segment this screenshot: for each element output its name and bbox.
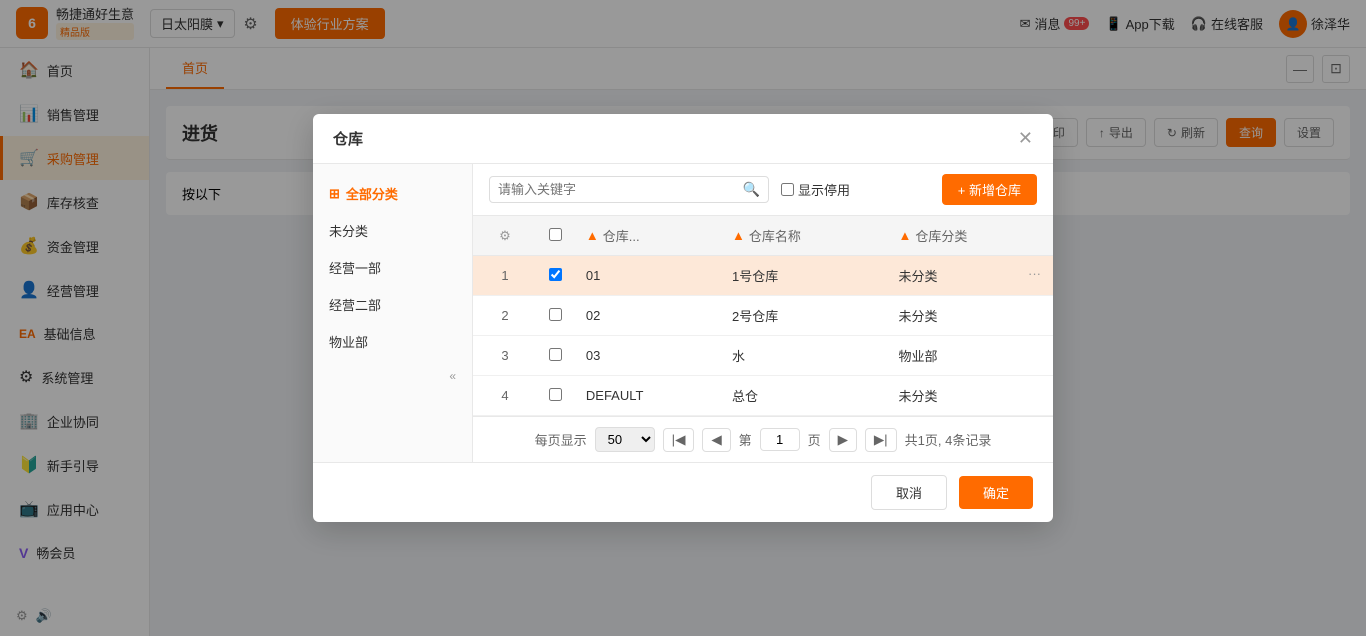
grid-icon: ⊞ [329,186,340,202]
cat-item-uncategorized[interactable]: 未分类 [313,213,472,248]
th-category: ▲ 仓库分类 [887,216,1054,256]
search-icon[interactable]: 🔍 [743,181,760,198]
row-gear-1: 2 [473,296,537,336]
modal-footer: 取消 确定 [313,462,1053,522]
search-box: 🔍 [489,176,769,203]
th-name-label: 仓库名称 [749,226,801,245]
row-gear-2: 3 [473,336,537,376]
collapse-sidebar-button[interactable]: « [313,361,472,391]
row-name-3: 总仓 [720,376,886,416]
row-code-1: 02 [574,296,720,336]
warehouse-table: ⚙ ▲ 仓库... ▲ [473,216,1053,416]
row-category-3: 未分类 [887,376,1054,416]
row-name-1: 2号仓库 [720,296,886,336]
table-header: ⚙ ▲ 仓库... ▲ [473,216,1053,256]
row-check-0[interactable] [549,268,562,281]
sort-icon: ▲ [586,228,599,243]
row-num-0: 1 [501,268,508,283]
table-row[interactable]: 3 03 水 物业部 [473,336,1053,376]
modal-toolbar: 🔍 显示停用 + 新增仓库 [473,164,1053,216]
page-label: 第 [739,430,752,449]
page-suffix: 页 [808,430,821,449]
modal-title: 仓库 [333,128,363,149]
cat-label-all: 全部分类 [346,184,398,203]
cancel-button[interactable]: 取消 [871,475,947,510]
row-checkbox-3[interactable] [537,376,574,416]
table-body: 1 01 1号仓库 未分类··· 2 02 2号仓库 未分类 3 03 水 物业… [473,256,1053,416]
row-check-3[interactable] [549,388,562,401]
prev-page-button[interactable]: ◀ [702,428,730,452]
modal-overlay[interactable]: 仓库 ✕ ⊞ 全部分类 未分类 经营一部 经营二部 [0,0,1366,636]
row-category-0: 未分类··· [887,256,1054,296]
cat-item-ops1[interactable]: 经营一部 [313,250,472,285]
th-checkbox [537,216,574,256]
row-more-0[interactable]: ··· [1028,266,1041,281]
row-check-2[interactable] [549,348,562,361]
per-page-select[interactable]: 50 20 100 [595,427,655,452]
sort-icon2: ▲ [732,228,745,243]
warehouse-modal: 仓库 ✕ ⊞ 全部分类 未分类 经营一部 经营二部 [313,114,1053,522]
th-name: ▲ 仓库名称 [720,216,886,256]
add-warehouse-button[interactable]: + 新增仓库 [942,174,1037,205]
row-checkbox-2[interactable] [537,336,574,376]
row-gear-0: 1 [473,256,537,296]
row-code-3: DEFAULT [574,376,720,416]
next-page-button[interactable]: ▶ [829,428,857,452]
modal-body: ⊞ 全部分类 未分类 经营一部 经营二部 物业部 « [313,164,1053,462]
first-page-button[interactable]: |◀ [663,428,695,452]
table-row[interactable]: 1 01 1号仓库 未分类··· [473,256,1053,296]
cat-label-ops2: 经营二部 [329,295,381,314]
row-code-2: 03 [574,336,720,376]
cat-item-all[interactable]: ⊞ 全部分类 [313,176,472,211]
table-row[interactable]: 4 DEFAULT 总仓 未分类 [473,376,1053,416]
cat-item-ops2[interactable]: 经营二部 [313,287,472,322]
th-code-label: 仓库... [603,226,640,245]
modal-content-area: 🔍 显示停用 + 新增仓库 ⚙ [473,164,1053,462]
per-page-label: 每页显示 [535,430,587,449]
category-sidebar: ⊞ 全部分类 未分类 经营一部 经营二部 物业部 « [313,164,473,462]
row-checkbox-1[interactable] [537,296,574,336]
row-category-1: 未分类 [887,296,1054,336]
row-name-2: 水 [720,336,886,376]
warehouse-data-table: ⚙ ▲ 仓库... ▲ [473,216,1053,416]
cat-label-ops1: 经营一部 [329,258,381,277]
th-gear: ⚙ [473,216,537,256]
th-category-label: 仓库分类 [915,226,967,245]
table-row[interactable]: 2 02 2号仓库 未分类 [473,296,1053,336]
modal-close-button[interactable]: ✕ [1018,128,1033,149]
show-disabled-check[interactable] [781,183,794,196]
row-check-1[interactable] [549,308,562,321]
cat-item-property[interactable]: 物业部 [313,324,472,359]
sort-icon3: ▲ [899,228,912,243]
last-page-button[interactable]: ▶| [865,428,897,452]
page-number-input[interactable] [760,428,800,451]
total-info: 共1页, 4条记录 [905,430,992,449]
search-input[interactable] [498,182,737,197]
show-disabled-label: 显示停用 [798,180,850,199]
cat-label-uncategorized: 未分类 [329,221,368,240]
row-num-1: 2 [501,308,508,323]
th-code: ▲ 仓库... [574,216,720,256]
row-name-0: 1号仓库 [720,256,886,296]
row-checkbox-0[interactable] [537,256,574,296]
row-code-0: 01 [574,256,720,296]
show-disabled-checkbox[interactable]: 显示停用 [781,180,850,199]
row-num-3: 4 [501,388,508,403]
select-all-checkbox[interactable] [549,228,562,241]
modal-header: 仓库 ✕ [313,114,1053,164]
row-gear-3: 4 [473,376,537,416]
cat-label-property: 物业部 [329,332,368,351]
row-num-2: 3 [501,348,508,363]
pagination: 每页显示 50 20 100 |◀ ◀ 第 页 ▶ ▶| 共1页, 4条记录 [473,416,1053,462]
confirm-button[interactable]: 确定 [959,476,1033,509]
row-category-2: 物业部 [887,336,1054,376]
